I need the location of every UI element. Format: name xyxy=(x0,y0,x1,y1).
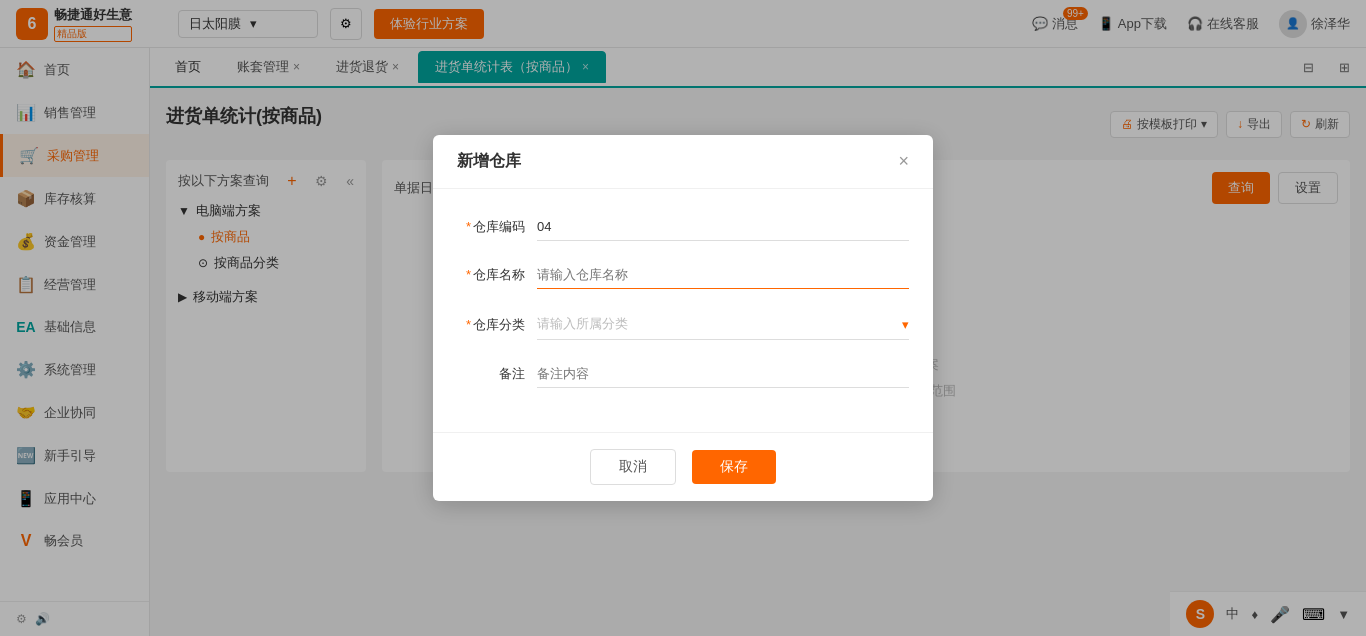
form-label-category: 仓库分类 xyxy=(457,316,537,334)
warehouse-category-select[interactable]: 请输入所属分类 ▾ xyxy=(537,309,909,340)
dialog-body: 仓库编码 仓库名称 仓库分类 请输入所属分类 ▾ 备注 xyxy=(433,189,933,432)
warehouse-name-input[interactable] xyxy=(537,261,909,289)
dialog-header: 新增仓库 × xyxy=(433,135,933,189)
warehouse-code-input[interactable] xyxy=(537,213,909,241)
dialog-footer: 取消 保存 xyxy=(433,432,933,501)
form-label-name: 仓库名称 xyxy=(457,266,537,284)
save-button[interactable]: 保存 xyxy=(692,450,776,484)
category-placeholder: 请输入所属分类 xyxy=(537,315,628,333)
new-warehouse-dialog: 新增仓库 × 仓库编码 仓库名称 仓库分类 请输入所属分类 ▾ xyxy=(433,135,933,501)
modal-overlay: 新增仓库 × 仓库编码 仓库名称 仓库分类 请输入所属分类 ▾ xyxy=(0,0,1366,636)
category-dropdown-icon: ▾ xyxy=(902,317,909,332)
form-label-remark: 备注 xyxy=(457,365,537,383)
warehouse-remark-input[interactable] xyxy=(537,360,909,388)
cancel-button[interactable]: 取消 xyxy=(590,449,676,485)
form-row-name: 仓库名称 xyxy=(457,261,909,289)
form-row-category: 仓库分类 请输入所属分类 ▾ xyxy=(457,309,909,340)
dialog-title: 新增仓库 xyxy=(457,151,521,172)
form-row-remark: 备注 xyxy=(457,360,909,388)
dialog-close-btn[interactable]: × xyxy=(898,151,909,172)
form-row-code: 仓库编码 xyxy=(457,213,909,241)
form-label-code: 仓库编码 xyxy=(457,218,537,236)
